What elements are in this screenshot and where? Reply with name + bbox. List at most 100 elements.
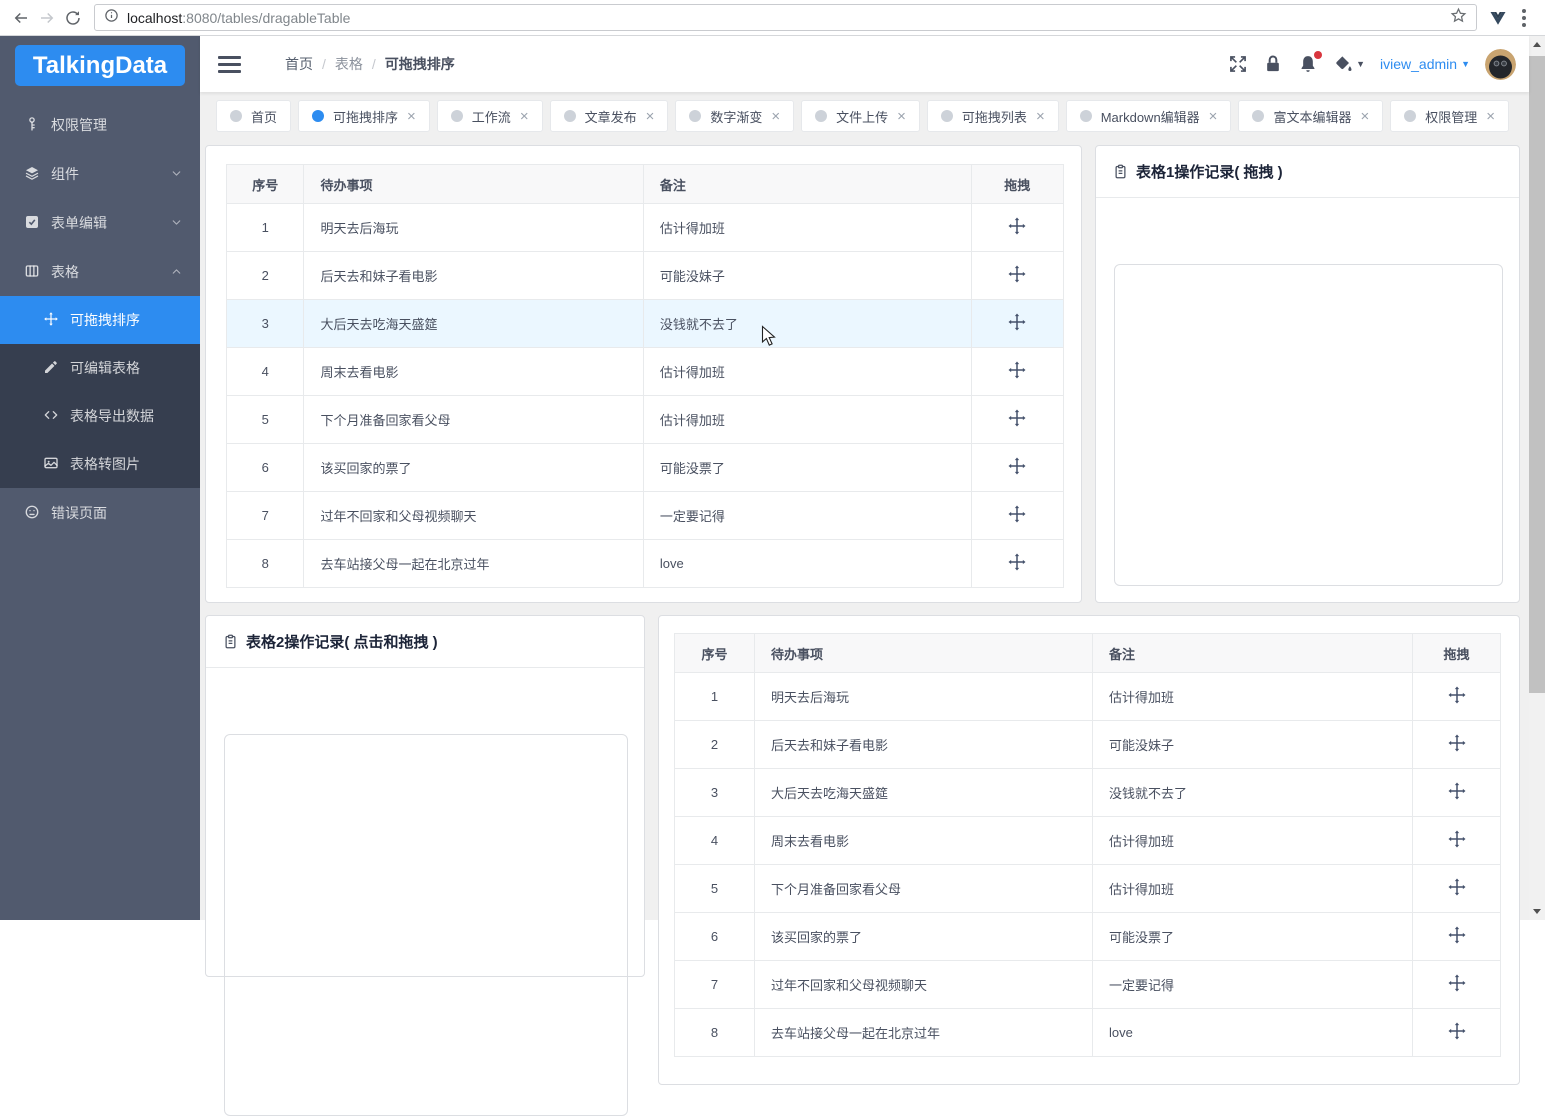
close-icon[interactable]: × [1209,109,1218,124]
sidebar-item-form-edit[interactable]: 表单编辑 [0,198,200,247]
sidebar-item-editable-table[interactable]: 可编辑表格 [0,344,200,392]
table-row[interactable]: 8 去车站接父母一起在北京过年 love [225,539,1065,588]
table-row[interactable]: 3 大后天去吃海天盛筵 没钱就不去了 [674,768,1501,817]
tab-workflow[interactable]: 工作流 × [436,100,543,132]
tab-rich-text-editor[interactable]: 富文本编辑器 × [1238,100,1384,132]
sidebar-item-table-to-image[interactable]: 表格转图片 [0,440,200,488]
table-row[interactable]: 8 去车站接父母一起在北京过年 love [674,1008,1501,1057]
cell-todo: 明天去后海玩 [303,203,644,252]
drag-handle-move-icon[interactable] [1447,877,1467,897]
cell-todo: 该买回家的票了 [303,443,644,492]
drag-handle-move-icon[interactable] [1447,925,1467,945]
sidebar-item-table-export[interactable]: 表格导出数据 [0,392,200,440]
table-row[interactable]: 6 该买回家的票了 可能没票了 [225,443,1065,492]
tab-home[interactable]: 首页 [216,100,292,132]
drag-handle-move-icon[interactable] [1007,312,1027,332]
drag-handle-move-icon[interactable] [1447,829,1467,849]
bell-icon[interactable] [1298,51,1323,74]
table-row[interactable]: 4 周末去看电影 估计得加班 [225,347,1065,396]
sidebar: TalkingData 权限管理 组件 表单编辑 表格 可拖拽排序 可编辑表格 … [0,36,200,920]
close-icon[interactable]: × [1036,109,1045,124]
drag-handle-move-icon[interactable] [1007,360,1027,380]
close-icon[interactable]: × [1360,109,1369,124]
breadcrumb-home[interactable]: 首页 [285,54,313,74]
vue-devtools-icon[interactable] [1485,5,1511,31]
cell-note: 估计得加班 [642,347,972,396]
table-row[interactable]: 3 大后天去吃海天盛筵 没钱就不去了 [225,299,1065,348]
table-row[interactable]: 7 过年不回家和父母视频聊天 一定要记得 [674,960,1501,1009]
cell-note: 估计得加班 [1092,816,1413,865]
close-icon[interactable]: × [897,109,906,124]
cell-index: 5 [225,395,305,444]
forward-icon[interactable] [34,5,60,31]
close-icon[interactable]: × [646,109,655,124]
tab-number-transition[interactable]: 数字渐变 × [675,100,795,132]
hamburger-menu-icon[interactable] [218,55,241,73]
tabs-bar: 首页 可拖拽排序 × 工作流 × 文章发布 × 数字渐变 × 文件上传 × 可拖… [200,92,1529,140]
tab-markdown-editor[interactable]: Markdown编辑器 × [1065,100,1232,132]
tab-dot-icon [1079,110,1092,122]
fullscreen-icon[interactable] [1228,54,1248,74]
page-scrollbar[interactable] [1529,36,1545,920]
lock-icon[interactable] [1263,54,1283,74]
drag-table-card: 序号 待办事项 备注 拖拽 1 明天去后海玩 估计得加班 2 后天去和妹子看电影 可能没妹子 3 大后… [205,145,1082,603]
tab-permissions[interactable]: 权限管理 × [1390,100,1509,132]
drag-handle-move-icon[interactable] [1007,504,1027,524]
cell-note: 可能没妹子 [1092,720,1413,769]
browser-menu-icon[interactable] [1511,5,1537,31]
cell-index: 7 [674,960,755,1009]
drag-handle-move-icon[interactable] [1007,552,1027,572]
breadcrumb: 首页 / 表格 / 可拖拽排序 [285,54,455,74]
bookmark-star-icon[interactable] [1450,7,1467,29]
column-header: 待办事项 [303,164,644,204]
close-icon[interactable]: × [771,109,780,124]
table-row[interactable]: 5 下个月准备回家看父母 估计得加班 [225,395,1065,444]
scroll-down-button[interactable] [1529,903,1545,920]
breadcrumb-tables[interactable]: 表格 [335,54,363,74]
drag-handle-move-icon[interactable] [1447,781,1467,801]
info-icon[interactable] [104,8,119,28]
close-icon[interactable]: × [1486,109,1495,124]
close-icon[interactable]: × [407,109,416,124]
drag-handle-move-icon[interactable] [1447,973,1467,993]
cell-todo: 后天去和妹子看电影 [754,720,1093,769]
table-row[interactable]: 2 后天去和妹子看电影 可能没妹子 [674,720,1501,769]
close-icon[interactable]: × [520,109,529,124]
drag-handle-move-icon[interactable] [1007,456,1027,476]
table-row[interactable]: 7 过年不回家和父母视频聊天 一定要记得 [225,491,1065,540]
app-logo[interactable]: TalkingData [15,45,185,86]
url-bar[interactable]: localhost:8080/tables/dragableTable [94,4,1477,31]
sad-face-icon [24,504,42,522]
sidebar-item-permissions[interactable]: 权限管理 [0,100,200,149]
drag-handle-move-icon[interactable] [1007,216,1027,236]
scroll-up-button[interactable] [1529,36,1545,53]
column-header: 序号 [674,633,755,673]
table-row[interactable]: 1 明天去后海玩 估计得加班 [674,672,1501,721]
sidebar-item-tables[interactable]: 表格 [0,247,200,296]
sidebar-item-error-pages[interactable]: 错误页面 [0,488,200,537]
tab-article-publish[interactable]: 文章发布 × [549,100,669,132]
tab-file-upload[interactable]: 文件上传 × [801,100,920,132]
table-header-row: 序号 待办事项 备注 拖拽 [674,633,1501,673]
scrollbar-thumb[interactable] [1529,56,1545,693]
user-dropdown[interactable]: iview_admin ▼ [1380,56,1470,72]
back-icon[interactable] [8,5,34,31]
drag-handle-move-icon[interactable] [1447,1021,1467,1041]
drag-handle-move-icon[interactable] [1447,685,1467,705]
table-row[interactable]: 5 下个月准备回家看父母 估计得加班 [674,864,1501,913]
refresh-icon[interactable] [60,5,86,31]
theme-bucket-icon[interactable]: ▼ [1333,54,1365,74]
tab-drag-sort[interactable]: 可拖拽排序 × [298,100,430,132]
sidebar-item-drag-sort[interactable]: 可拖拽排序 [0,296,200,344]
sidebar-item-components[interactable]: 组件 [0,149,200,198]
drag-handle-move-icon[interactable] [1007,264,1027,284]
cell-todo: 去车站接父母一起在北京过年 [303,539,644,588]
table-row[interactable]: 2 后天去和妹子看电影 可能没妹子 [225,251,1065,300]
tab-drag-list[interactable]: 可拖拽列表 × [926,100,1059,132]
page-header: 首页 / 表格 / 可拖拽排序 ▼ iview_admin ▼ [200,36,1529,92]
drag-handle-move-icon[interactable] [1007,408,1027,428]
drag-handle-move-icon[interactable] [1447,733,1467,753]
table-row[interactable]: 1 明天去后海玩 估计得加班 [225,203,1065,252]
table-row[interactable]: 4 周末去看电影 估计得加班 [674,816,1501,865]
cell-todo: 周末去看电影 [303,347,644,396]
